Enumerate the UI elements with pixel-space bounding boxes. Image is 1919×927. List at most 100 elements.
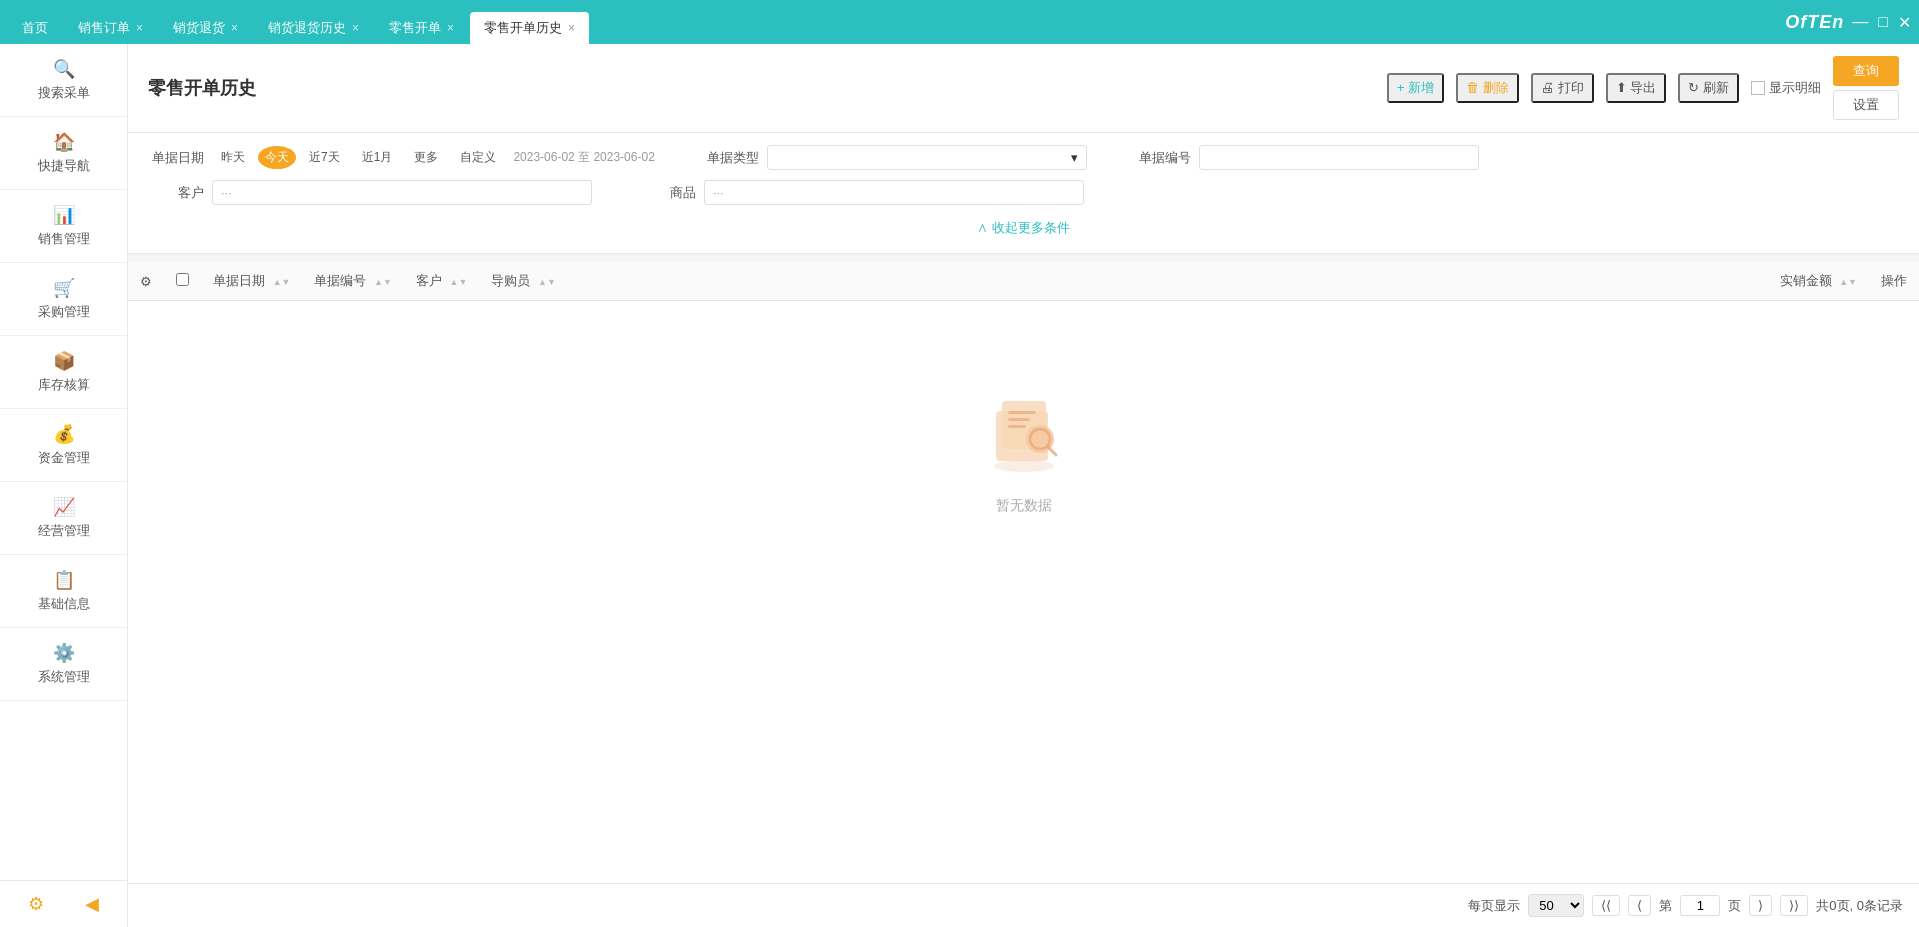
tabs-container: 首页销售订单×销货退货×销货退货历史×零售开单×零售开单历史× [8,0,589,44]
sidebar: 🔍 搜索采单 🏠 快捷导航 📊 销售管理 🛒 采购管理 📦 库存核算 💰 资金管… [0,44,128,927]
svg-rect-5 [1008,425,1026,428]
sidebar-item-finance[interactable]: 💰 资金管理 [0,409,127,482]
sidebar-item-sales[interactable]: 📊 销售管理 [0,190,127,263]
sidebar-item-quick-nav[interactable]: 🏠 快捷导航 [0,117,127,190]
order-no-input[interactable] [1199,145,1479,170]
next-page-btn[interactable]: ⟩ [1749,895,1772,916]
sort-amount-icon[interactable]: ▲▼ [1839,277,1857,287]
sidebar-item-basic-info[interactable]: 📋 基础信息 [0,555,127,628]
set-button[interactable]: 设置 [1833,90,1899,120]
sidebar-label-search: 搜索采单 [38,84,90,102]
date-btn-1[interactable]: 今天 [258,146,296,169]
close-icon[interactable]: ✕ [1898,13,1911,32]
customer-placeholder: ··· [221,185,232,200]
date-btn-4[interactable]: 更多 [405,146,447,169]
sidebar-item-system[interactable]: ⚙️ 系统管理 [0,628,127,701]
per-page-label: 每页显示 [1468,897,1520,915]
th-guide: 导购员 ▲▼ [479,262,567,301]
tab-retail-open-history[interactable]: 零售开单历史× [470,12,589,44]
svg-rect-4 [1008,418,1030,421]
product-input[interactable]: ··· [704,180,1084,205]
empty-state: 暂无数据 [128,301,1919,595]
tab-close-sales-return[interactable]: × [231,21,238,35]
tab-home[interactable]: 首页 [8,12,62,44]
tab-sales-return-history[interactable]: 销货退货历史 × [254,12,373,44]
top-bar: 首页销售订单×销货退货×销货退货历史×零售开单×零售开单历史× OfTEn — … [0,0,1919,44]
table-settings-icon[interactable]: ⚙ [140,274,152,289]
order-type-label: 单据类型 [703,149,759,167]
sidebar-icon-purchase: 🛒 [53,277,75,299]
date-filter: 单据日期 昨天今天近7天近1月更多自定义 2023-06-02 至 2023-0… [148,146,655,169]
top-bar-right: OfTEn — □ ✕ [1785,12,1911,33]
refresh-button[interactable]: ↻ 刷新 [1678,73,1739,103]
sort-no-icon[interactable]: ▲▼ [374,277,392,287]
sort-guide-icon[interactable]: ▲▼ [538,277,556,287]
sidebar-item-search[interactable]: 🔍 搜索采单 [0,44,127,117]
tab-close-sales-order[interactable]: × [136,21,143,35]
date-btn-2[interactable]: 近7天 [300,146,349,169]
sidebar-icon-inventory: 📦 [53,350,75,372]
sidebar-label-basic-info: 基础信息 [38,595,90,613]
minimize-icon[interactable]: — [1852,13,1868,31]
display-checkbox[interactable] [1751,81,1765,95]
order-type-select[interactable]: ▾ [767,145,1087,170]
per-page-select[interactable]: 50 20 100 [1528,894,1584,917]
filter-area: 单据日期 昨天今天近7天近1月更多自定义 2023-06-02 至 2023-0… [128,133,1919,254]
tab-close-retail-open[interactable]: × [447,21,454,35]
print-button[interactable]: 🖨 打印 [1531,73,1594,103]
add-button[interactable]: + 新增 [1387,73,1445,103]
tab-sales-order[interactable]: 销售订单 × [64,12,157,44]
customer-label: 客户 [148,184,204,202]
tab-retail-open[interactable]: 零售开单 × [375,12,468,44]
date-btn-3[interactable]: 近1月 [353,146,402,169]
sidebar-settings-icon[interactable]: ⚙ [28,893,44,915]
tab-close-sales-return-history[interactable]: × [352,21,359,35]
first-page-btn[interactable]: ⟨⟨ [1592,895,1620,916]
sidebar-label-quick-nav: 快捷导航 [38,157,90,175]
display-toggle[interactable]: 显示明细 [1751,79,1821,97]
window-controls: — □ ✕ [1852,13,1911,32]
empty-text: 暂无数据 [996,497,1052,515]
export-button[interactable]: ⬆ 导出 [1606,73,1667,103]
page-header: 零售开单历史 + 新增 🗑 删除 🖨 打印 ⬆ 导出 ↻ 刷新 显示明细 查询 … [128,44,1919,133]
data-table: ⚙ 单据日期 ▲▼ 单据编号 ▲▼ [128,262,1919,595]
th-checkbox [164,262,201,301]
main-layout: 🔍 搜索采单 🏠 快捷导航 📊 销售管理 🛒 采购管理 📦 库存核算 💰 资金管… [0,44,1919,927]
sort-customer-icon[interactable]: ▲▼ [450,277,468,287]
order-type-filter: 单据类型 ▾ [703,145,1087,170]
sidebar-item-operations[interactable]: 📈 经营管理 [0,482,127,555]
page-number-input[interactable]: 1 [1680,895,1720,916]
sidebar-collapse-icon[interactable]: ◀ [85,893,99,915]
svg-line-8 [1048,447,1056,455]
sort-date-icon[interactable]: ▲▼ [273,277,291,287]
tab-sales-return[interactable]: 销货退货× [159,12,252,44]
select-all-checkbox[interactable] [176,273,189,286]
tab-close-retail-open-history[interactable]: × [568,21,575,35]
query-button[interactable]: 查询 [1833,56,1899,86]
date-buttons: 昨天今天近7天近1月更多自定义 [212,146,505,169]
tab-label: 销售订单 [78,19,130,37]
delete-button[interactable]: 🗑 删除 [1456,73,1519,103]
sidebar-item-purchase[interactable]: 🛒 采购管理 [0,263,127,336]
date-btn-0[interactable]: 昨天 [212,146,254,169]
tab-label: 零售开单 [389,19,441,37]
sidebar-item-inventory[interactable]: 📦 库存核算 [0,336,127,409]
toolbar: + 新增 🗑 删除 🖨 打印 ⬆ 导出 ↻ 刷新 显示明细 查询 设置 [1387,56,1899,120]
sidebar-label-sales: 销售管理 [38,230,90,248]
th-action: 操作 [1869,262,1919,301]
date-range: 2023-06-02 至 2023-06-02 [513,149,654,166]
last-page-btn[interactable]: ⟩⟩ [1780,895,1808,916]
prev-page-btn[interactable]: ⟨ [1628,895,1651,916]
sidebar-items: 🔍 搜索采单 🏠 快捷导航 📊 销售管理 🛒 采购管理 📦 库存核算 💰 资金管… [0,44,127,701]
tab-label: 销货退货历史 [268,19,346,37]
sidebar-icon-operations: 📈 [53,496,75,518]
collapse-label: ∧ 收起更多条件 [977,219,1070,237]
sidebar-icon-quick-nav: 🏠 [53,131,75,153]
date-btn-5[interactable]: 自定义 [451,146,505,169]
sidebar-label-operations: 经营管理 [38,522,90,540]
customer-input[interactable]: ··· [212,180,592,205]
maximize-icon[interactable]: □ [1878,13,1888,31]
pagination: 每页显示 50 20 100 ⟨⟨ ⟨ 第 1 页 ⟩ ⟩⟩ 共0页, 0条记录 [128,883,1919,927]
page-title: 零售开单历史 [148,76,256,100]
collapse-more[interactable]: ∧ 收起更多条件 [148,215,1899,241]
